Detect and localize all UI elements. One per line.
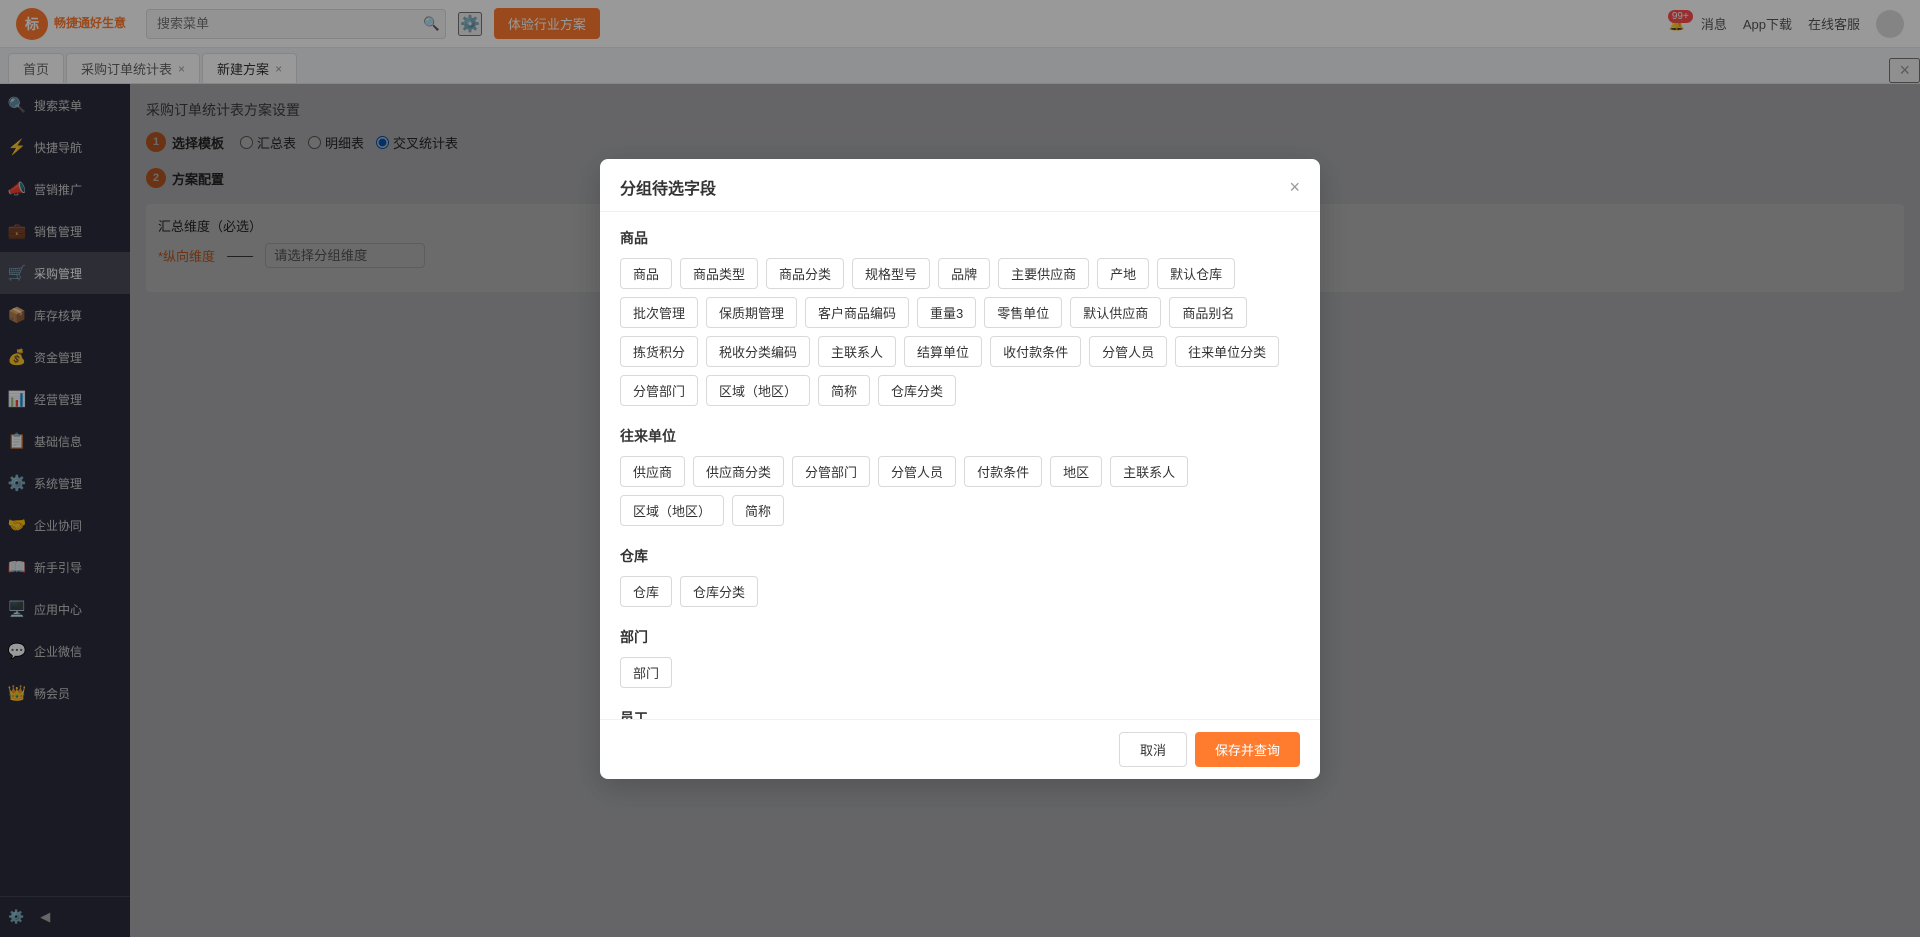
field-tag[interactable]: 仓库 [620, 576, 672, 607]
dialog-header: 分组待选字段 × [600, 159, 1320, 212]
field-tag[interactable]: 默认仓库 [1157, 258, 1235, 289]
field-tag[interactable]: 税收分类编码 [706, 336, 810, 367]
field-group-department: 部门 部门 [620, 627, 1300, 688]
field-tag[interactable]: 零售单位 [984, 297, 1062, 328]
dialog-close-button[interactable]: × [1289, 178, 1300, 196]
field-tag[interactable]: 收付款条件 [990, 336, 1081, 367]
field-tag[interactable]: 主联系人 [818, 336, 896, 367]
field-tag[interactable]: 供应商分类 [693, 456, 784, 487]
field-tag[interactable]: 部门 [620, 657, 672, 688]
dialog-body: 商品 商品 商品类型 商品分类 规格型号 品牌 主要供应商 产地 默认仓库 批次… [600, 212, 1320, 719]
field-tag[interactable]: 简称 [818, 375, 870, 406]
field-tag[interactable]: 客户商品编码 [805, 297, 909, 328]
modal-overlay: 分组待选字段 × 商品 商品 商品类型 商品分类 规格型号 品牌 主要供应商 产… [0, 0, 1920, 937]
field-tag[interactable]: 区域（地区） [620, 495, 724, 526]
field-tag[interactable]: 区域（地区） [706, 375, 810, 406]
field-tag[interactable]: 默认供应商 [1070, 297, 1161, 328]
field-tag[interactable]: 商品别名 [1169, 297, 1247, 328]
field-tag[interactable]: 分管人员 [1089, 336, 1167, 367]
field-group-department-title: 部门 [620, 627, 1300, 647]
dialog: 分组待选字段 × 商品 商品 商品类型 商品分类 规格型号 品牌 主要供应商 产… [600, 159, 1320, 779]
field-tag[interactable]: 付款条件 [964, 456, 1042, 487]
field-tags-product: 商品 商品类型 商品分类 规格型号 品牌 主要供应商 产地 默认仓库 批次管理 … [620, 258, 1300, 406]
field-tag[interactable]: 商品 [620, 258, 672, 289]
field-group-partner-title: 往来单位 [620, 426, 1300, 446]
save-query-button[interactable]: 保存并查询 [1195, 732, 1300, 767]
field-tag[interactable]: 商品分类 [766, 258, 844, 289]
field-tags-warehouse: 仓库 仓库分类 [620, 576, 1300, 607]
field-tag[interactable]: 拣货积分 [620, 336, 698, 367]
field-group-product-title: 商品 [620, 228, 1300, 248]
field-tag[interactable]: 地区 [1050, 456, 1102, 487]
field-group-warehouse: 仓库 仓库 仓库分类 [620, 546, 1300, 607]
field-group-employee-title: 员工 [620, 708, 1300, 719]
dialog-footer: 取消 保存并查询 [600, 719, 1320, 779]
field-tag[interactable]: 仓库分类 [680, 576, 758, 607]
field-group-warehouse-title: 仓库 [620, 546, 1300, 566]
field-tag[interactable]: 重量3 [917, 297, 976, 328]
field-tag[interactable]: 仓库分类 [878, 375, 956, 406]
cancel-button[interactable]: 取消 [1119, 732, 1187, 767]
field-tag[interactable]: 简称 [732, 495, 784, 526]
dialog-title: 分组待选字段 [620, 175, 716, 199]
field-tag[interactable]: 批次管理 [620, 297, 698, 328]
field-tag[interactable]: 主联系人 [1110, 456, 1188, 487]
field-tag[interactable]: 结算单位 [904, 336, 982, 367]
field-tag[interactable]: 保质期管理 [706, 297, 797, 328]
field-group-partner: 往来单位 供应商 供应商分类 分管部门 分管人员 付款条件 地区 主联系人 区域… [620, 426, 1300, 526]
field-tag[interactable]: 供应商 [620, 456, 685, 487]
field-tag[interactable]: 主要供应商 [998, 258, 1089, 289]
field-tag[interactable]: 品牌 [938, 258, 990, 289]
field-tag[interactable]: 规格型号 [852, 258, 930, 289]
field-group-product: 商品 商品 商品类型 商品分类 规格型号 品牌 主要供应商 产地 默认仓库 批次… [620, 228, 1300, 406]
field-group-employee: 员工 业务员 [620, 708, 1300, 719]
field-tags-department: 部门 [620, 657, 1300, 688]
field-tag[interactable]: 产地 [1097, 258, 1149, 289]
field-tag[interactable]: 分管部门 [620, 375, 698, 406]
field-tag[interactable]: 分管部门 [792, 456, 870, 487]
field-tag[interactable]: 往来单位分类 [1175, 336, 1279, 367]
field-tag[interactable]: 分管人员 [878, 456, 956, 487]
field-tag[interactable]: 商品类型 [680, 258, 758, 289]
field-tags-partner: 供应商 供应商分类 分管部门 分管人员 付款条件 地区 主联系人 区域（地区） … [620, 456, 1300, 526]
